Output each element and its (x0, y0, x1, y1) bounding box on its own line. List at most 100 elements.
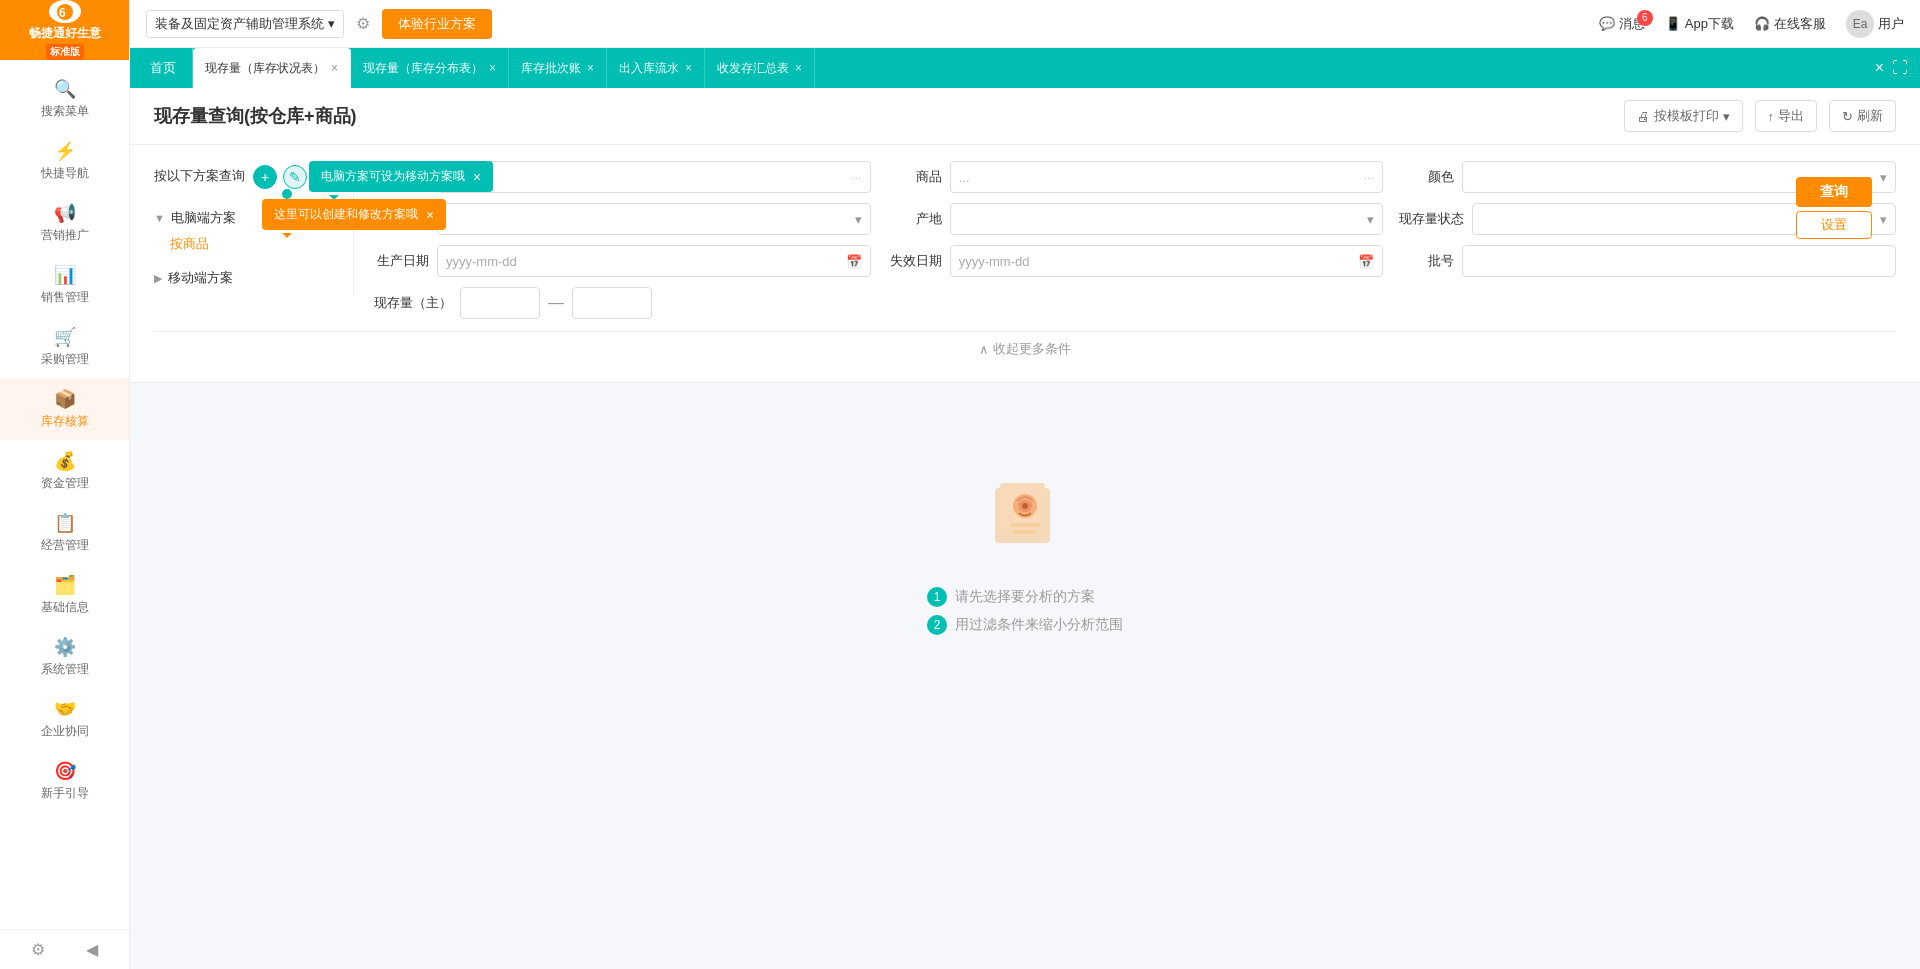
tab-in-out-flow-label: 出入库流水 (619, 60, 679, 77)
tab-home[interactable]: 首页 (134, 48, 193, 88)
product-input[interactable]: ... ··· (950, 161, 1384, 193)
user-menu[interactable]: Ea 用户 (1846, 10, 1904, 38)
app-download[interactable]: 📱 App下载 (1665, 15, 1734, 33)
inventory-icon: 📦 (54, 388, 76, 410)
size-filter: 尺码 ▾ (374, 203, 871, 235)
online-support[interactable]: 🎧 在线客服 (1754, 15, 1826, 33)
export-btn[interactable]: ↑ 导出 (1755, 100, 1818, 132)
tab-in-out-flow[interactable]: 出入库流水 × (607, 48, 705, 88)
empty-illustration (975, 463, 1075, 563)
stock-main-max[interactable] (572, 287, 652, 319)
tab-inventory-status[interactable]: 现存量（库存状况表） × (193, 48, 351, 88)
tab-inventory-dist-label: 现存量（库存分布表） (363, 60, 483, 77)
system-selector[interactable]: 装备及固定资产辅助管理系统 ▾ (146, 10, 344, 38)
sidebar-item-inventory[interactable]: 📦 库存核算 (0, 378, 129, 440)
add-scheme-btn[interactable]: + (253, 165, 277, 189)
sidebar-item-basic-label: 基础信息 (41, 599, 89, 616)
sidebar-collapse-btn[interactable]: ◀ (86, 940, 98, 959)
message-badge: 6 (1637, 10, 1653, 26)
sidebar-item-purchase[interactable]: 🛒 采购管理 (0, 316, 129, 378)
collapse-btn[interactable]: ∧ 收起更多条件 (979, 340, 1071, 358)
app-download-label: App下载 (1685, 15, 1734, 33)
origin-filter: 产地 ▾ (887, 203, 1384, 235)
edit-scheme-btn[interactable]: ✎ (283, 165, 307, 189)
refresh-btn[interactable]: ↻ 刷新 (1829, 100, 1896, 132)
chevron-down-stock-status: ▾ (1880, 212, 1887, 227)
sidebar-item-search[interactable]: 🔍 搜索菜单 (0, 68, 129, 130)
tab-inventory-dist[interactable]: 现存量（库存分布表） × (351, 48, 509, 88)
sidebar-item-operations[interactable]: 📋 经营管理 (0, 502, 129, 564)
maximize-icon[interactable]: ⛶ (1892, 59, 1908, 77)
tab-in-out-flow-close[interactable]: × (685, 61, 692, 75)
calendar-icon: 📅 (846, 254, 862, 269)
sidebar-logo: 6 畅捷通好生意 标准版 (0, 0, 129, 60)
expand-arrow: ▼ (154, 212, 165, 224)
product-filter: 商品 ... ··· (887, 161, 1384, 193)
sidebar-item-enterprise[interactable]: 🤝 企业协同 (0, 688, 129, 750)
tab-receipt-summary-close[interactable]: × (795, 61, 802, 75)
expiry-date-input[interactable]: yyyy-mm-dd 📅 (950, 245, 1384, 277)
production-date-filter: 生产日期 yyyy-mm-dd 📅 (374, 245, 871, 277)
chevron-down-origin: ▾ (1367, 212, 1374, 227)
svg-rect-7 (1013, 530, 1037, 534)
settings-button[interactable]: 设置 (1796, 211, 1872, 239)
tab-batch-ledger[interactable]: 库存批次账 × (509, 48, 607, 88)
calendar-icon2: 📅 (1358, 254, 1374, 269)
tooltip-create-scheme: 这里可以创建和修改方案哦 × (262, 199, 446, 230)
batch-input[interactable] (1462, 245, 1896, 277)
sidebar-settings-btn[interactable]: ⚙ (31, 940, 45, 959)
phone-icon: 📱 (1665, 16, 1681, 31)
page-title: 现存量查询(按仓库+商品) (154, 104, 357, 128)
tab-inventory-status-label: 现存量（库存状况表） (205, 60, 325, 77)
sidebar-item-quick-nav[interactable]: ⚡ 快捷导航 (0, 130, 129, 192)
sidebar-item-purchase-label: 采购管理 (41, 351, 89, 368)
production-date-input[interactable]: yyyy-mm-dd 📅 (437, 245, 871, 277)
stock-status-label: 现存量状态 (1399, 210, 1464, 228)
sidebar-item-basic[interactable]: 🗂️ 基础信息 (0, 564, 129, 626)
sidebar-item-sales-label: 销售管理 (41, 289, 89, 306)
sidebar-item-finance[interactable]: 💰 资金管理 (0, 440, 129, 502)
sidebar-item-guide[interactable]: 🎯 新手引导 (0, 750, 129, 812)
scheme-item-product[interactable]: 按商品 (170, 231, 337, 257)
tooltip1-close[interactable]: × (473, 169, 481, 185)
step-1-num: 1 (927, 587, 947, 607)
print-template-btn[interactable]: 🖨 按模板打印 ▾ (1624, 100, 1743, 132)
desktop-scheme-items: 按商品 (154, 231, 337, 257)
headset-icon: 🎧 (1754, 16, 1770, 31)
tab-inventory-dist-close[interactable]: × (489, 61, 496, 75)
scheme-mobile-section: ▶ 移动端方案 (154, 261, 337, 295)
search-nav-icon: 🔍 (54, 78, 76, 100)
chevron-up-icon: ∧ (979, 342, 989, 357)
color-label: 颜色 (1399, 168, 1454, 186)
gear-icon[interactable]: ⚙ (356, 14, 370, 33)
sidebar-item-inventory-label: 库存核算 (41, 413, 89, 430)
size-select[interactable]: ▾ (437, 203, 871, 235)
sidebar-bottom: ⚙ ◀ (0, 929, 129, 969)
warehouse-input[interactable]: ... ··· (437, 161, 871, 193)
sidebar-item-marketing[interactable]: 📢 营销推广 (0, 192, 129, 254)
sales-icon: 📊 (54, 264, 76, 286)
tab-batch-ledger-close[interactable]: × (587, 61, 594, 75)
refresh-icon: ↻ (1842, 109, 1853, 124)
desktop-scheme-label: 电脑端方案 (171, 209, 236, 227)
filter-label: 按以下方案查询 (154, 167, 245, 185)
collapse-label: 收起更多条件 (993, 340, 1071, 358)
message-center[interactable]: 💬 消息 6 (1599, 15, 1645, 33)
production-date-placeholder: yyyy-mm-dd (446, 254, 517, 269)
origin-select[interactable]: ▾ (950, 203, 1384, 235)
dots-icon2: ··· (1363, 170, 1374, 185)
close-all-tabs-icon[interactable]: × (1875, 59, 1884, 77)
stock-main-min[interactable] (460, 287, 540, 319)
sidebar-item-sales[interactable]: 📊 销售管理 (0, 254, 129, 316)
page-content: 现存量查询(按仓库+商品) 🖨 按模板打印 ▾ ↑ 导出 ↻ 刷新 (130, 88, 1920, 969)
tab-inventory-status-close[interactable]: × (331, 61, 338, 75)
scheme-mobile-node[interactable]: ▶ 移动端方案 (154, 265, 337, 291)
tooltip2-close[interactable]: × (426, 207, 434, 223)
system-icon: ⚙️ (54, 636, 76, 658)
sidebar-item-system[interactable]: ⚙️ 系统管理 (0, 626, 129, 688)
trial-button[interactable]: 体验行业方案 (382, 9, 492, 39)
dash-icon: — (548, 294, 564, 312)
scheme-item-label: 按商品 (170, 235, 209, 253)
search-button[interactable]: 查询 (1796, 177, 1872, 207)
tab-receipt-summary[interactable]: 收发存汇总表 × (705, 48, 815, 88)
